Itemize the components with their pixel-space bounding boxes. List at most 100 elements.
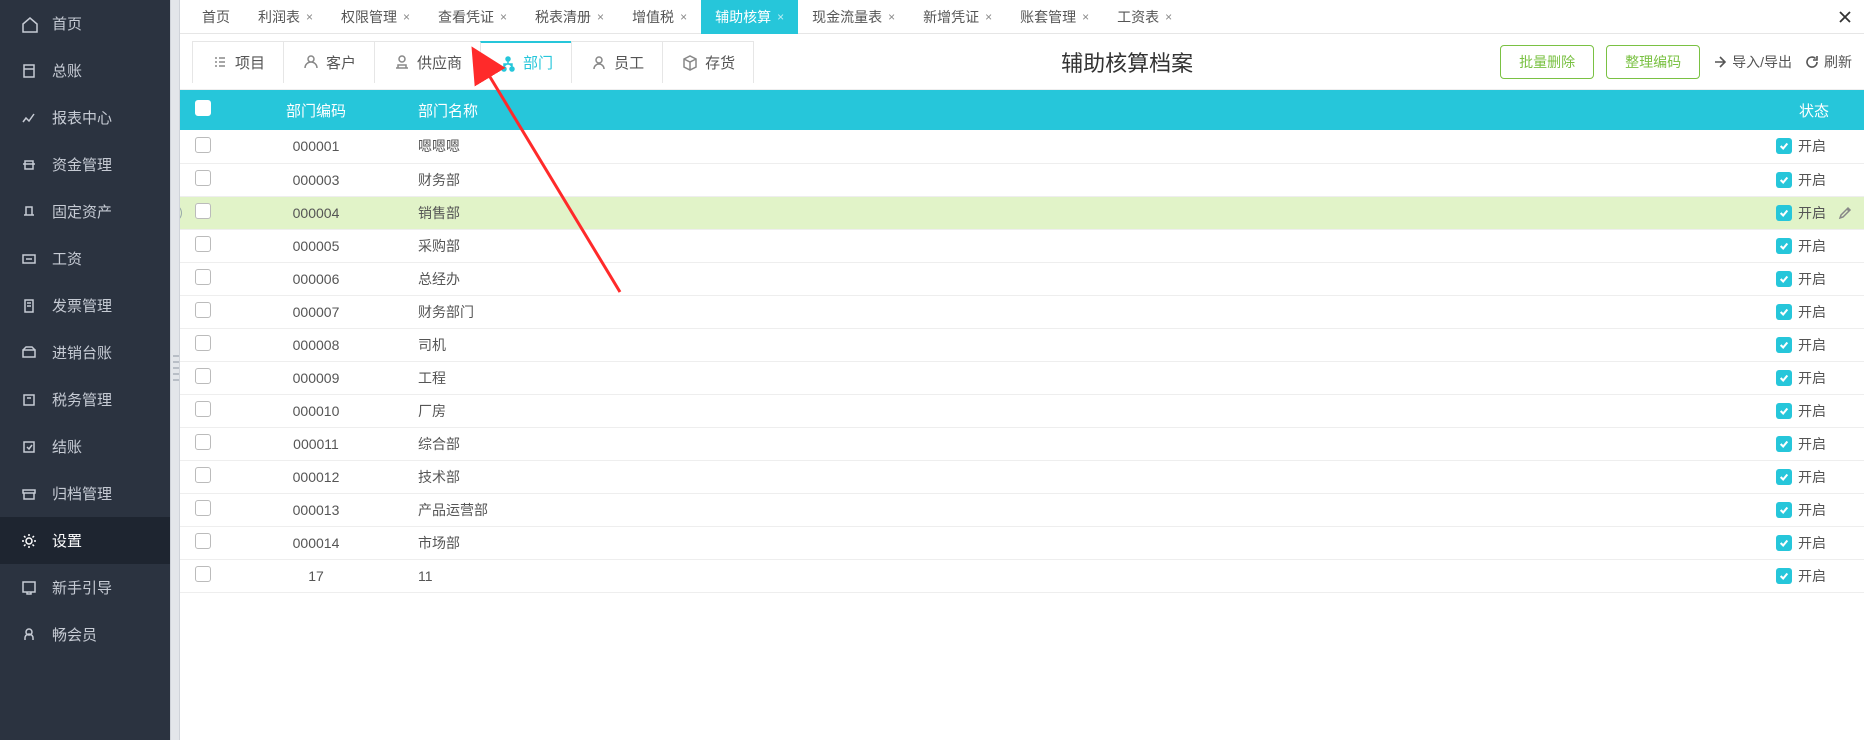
table-row[interactable]: 000013 产品运营部 开启: [180, 493, 1864, 526]
status-toggle[interactable]: [1776, 469, 1792, 485]
tab-close-icon[interactable]: ×: [1082, 10, 1089, 24]
table-row[interactable]: 000003 财务部 开启: [180, 163, 1864, 196]
table-row[interactable]: 000006 总经办 开启: [180, 262, 1864, 295]
refresh-link[interactable]: 刷新: [1804, 52, 1852, 72]
status-toggle[interactable]: [1776, 337, 1792, 353]
row-checkbox[interactable]: [195, 401, 211, 417]
row-checkbox[interactable]: [195, 467, 211, 483]
status-toggle[interactable]: [1776, 502, 1792, 518]
add-sub-button[interactable]: +: [180, 204, 182, 222]
sidebar-item-salary[interactable]: 工资: [0, 235, 170, 282]
category-tab-inventory[interactable]: 存货: [662, 41, 754, 83]
row-checkbox[interactable]: [195, 170, 211, 186]
status-toggle[interactable]: [1776, 535, 1792, 551]
row-checkbox[interactable]: [195, 137, 211, 153]
status-toggle[interactable]: [1776, 436, 1792, 452]
status-toggle[interactable]: [1776, 370, 1792, 386]
tab-首页[interactable]: 首页: [188, 0, 244, 34]
table-row[interactable]: 000010 厂房 开启: [180, 394, 1864, 427]
row-checkbox[interactable]: [195, 500, 211, 516]
select-all-checkbox[interactable]: [195, 100, 211, 116]
status-toggle[interactable]: [1776, 238, 1792, 254]
reorganize-code-button[interactable]: 整理编码: [1606, 45, 1700, 79]
status-toggle[interactable]: [1776, 138, 1792, 154]
row-checkbox[interactable]: [195, 236, 211, 252]
tab-label: 新增凭证: [923, 7, 979, 27]
sidebar-item-stock[interactable]: 进销台账: [0, 329, 170, 376]
sidebar-item-report[interactable]: 报表中心: [0, 94, 170, 141]
table-row[interactable]: 000009 工程 开启: [180, 361, 1864, 394]
row-check-cell: [180, 493, 226, 526]
category-tab-org[interactable]: 部门: [480, 41, 572, 83]
sidebar-item-closing[interactable]: 结账: [0, 423, 170, 470]
row-status: 开启: [1764, 361, 1864, 394]
sidebar-item-asset[interactable]: 固定资产: [0, 188, 170, 235]
import-export-link[interactable]: 导入/导出: [1712, 52, 1792, 72]
row-checkbox[interactable]: [195, 203, 211, 219]
table-row[interactable]: 000014 市场部 开启: [180, 526, 1864, 559]
row-checkbox[interactable]: [195, 269, 211, 285]
category-tab-customer[interactable]: 客户: [283, 41, 375, 83]
row-status: 开启: [1764, 394, 1864, 427]
category-tab-list[interactable]: 项目: [192, 41, 284, 83]
tab-close-icon[interactable]: ×: [680, 10, 687, 24]
batch-delete-button[interactable]: 批量删除: [1500, 45, 1594, 79]
sidebar-item-archive[interactable]: 归档管理: [0, 470, 170, 517]
tab-工资表[interactable]: 工资表×: [1103, 0, 1186, 34]
row-checkbox[interactable]: [195, 368, 211, 384]
tab-利润表[interactable]: 利润表×: [244, 0, 327, 34]
table-row[interactable]: 000008 司机 开启: [180, 328, 1864, 361]
category-tab-supplier[interactable]: 供应商: [374, 41, 481, 83]
status-toggle[interactable]: [1776, 568, 1792, 584]
tab-税表清册[interactable]: 税表清册×: [521, 0, 618, 34]
tab-close-icon[interactable]: ×: [597, 10, 604, 24]
sidebar-item-ledger[interactable]: 总账: [0, 47, 170, 94]
table-row[interactable]: 000011 综合部 开启: [180, 427, 1864, 460]
tab-close-icon[interactable]: ×: [777, 10, 784, 24]
sidebar-item-tax[interactable]: 税务管理: [0, 376, 170, 423]
row-checkbox[interactable]: [195, 533, 211, 549]
row-checkbox[interactable]: [195, 566, 211, 582]
tab-close-icon[interactable]: ×: [1165, 10, 1172, 24]
table-row[interactable]: 000012 技术部 开启: [180, 460, 1864, 493]
import-export-icon: [1712, 54, 1728, 70]
table-row[interactable]: 17 11 开启: [180, 559, 1864, 592]
tab-close-icon[interactable]: ×: [888, 10, 895, 24]
category-tab-staff[interactable]: 员工: [571, 41, 663, 83]
sidebar-item-guide[interactable]: 新手引导: [0, 564, 170, 611]
tab-新增凭证[interactable]: 新增凭证 ×: [909, 0, 1006, 34]
row-status: 开启: [1764, 229, 1864, 262]
row-checkbox[interactable]: [195, 335, 211, 351]
status-toggle[interactable]: [1776, 205, 1792, 221]
edit-icon[interactable]: [1838, 206, 1852, 220]
tab-close-icon[interactable]: ×: [403, 10, 410, 24]
tab-账套管理[interactable]: 账套管理×: [1006, 0, 1103, 34]
tab-增值税[interactable]: 增值税×: [618, 0, 701, 34]
tab-辅助核算[interactable]: 辅助核算×: [701, 0, 798, 34]
sidebar-item-member[interactable]: 畅会员: [0, 611, 170, 658]
tab-close-icon[interactable]: ×: [985, 10, 992, 24]
close-all-tabs-button[interactable]: [1832, 4, 1858, 30]
table-row[interactable]: 000007 财务部门 开启: [180, 295, 1864, 328]
status-toggle[interactable]: [1776, 304, 1792, 320]
tab-查看凭证[interactable]: 查看凭证×: [424, 0, 521, 34]
tab-权限管理[interactable]: 权限管理×: [327, 0, 424, 34]
sidebar-item-home[interactable]: 首页: [0, 0, 170, 47]
tab-现金流量表[interactable]: 现金流量表×: [798, 0, 909, 34]
sidebar-item-settings[interactable]: 设置: [0, 517, 170, 564]
header-name: 部门名称: [406, 90, 1764, 130]
table-row[interactable]: 000005 采购部 开启: [180, 229, 1864, 262]
sidebar-collapse-handle[interactable]: [170, 0, 180, 740]
status-toggle[interactable]: [1776, 403, 1792, 419]
sidebar: 首页总账报表中心资金管理固定资产工资发票管理进销台账税务管理结账归档管理设置新手…: [0, 0, 170, 740]
sidebar-item-invoice[interactable]: 发票管理: [0, 282, 170, 329]
status-toggle[interactable]: [1776, 271, 1792, 287]
table-row[interactable]: + 000004 销售部 开启: [180, 196, 1864, 229]
row-checkbox[interactable]: [195, 302, 211, 318]
tab-close-icon[interactable]: ×: [306, 10, 313, 24]
tab-close-icon[interactable]: ×: [500, 10, 507, 24]
table-row[interactable]: 000001 嗯嗯嗯 开启: [180, 130, 1864, 163]
row-checkbox[interactable]: [195, 434, 211, 450]
sidebar-item-funds[interactable]: 资金管理: [0, 141, 170, 188]
status-toggle[interactable]: [1776, 172, 1792, 188]
